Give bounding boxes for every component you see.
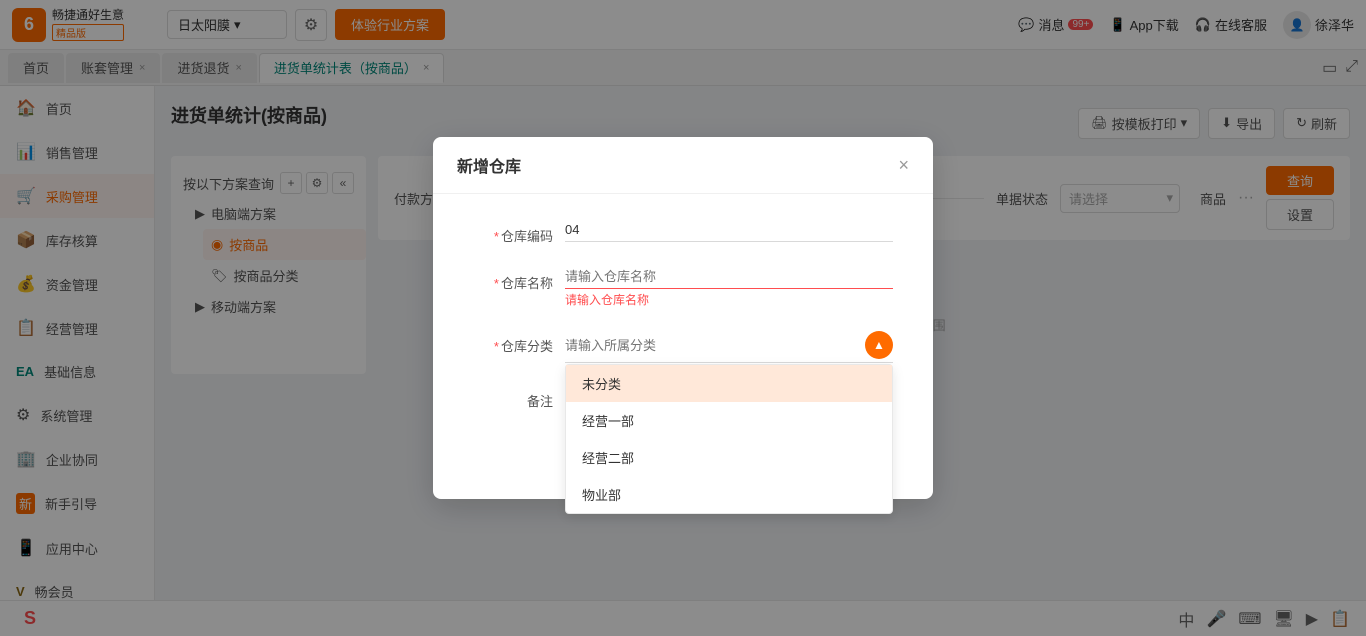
warehouse-category-label: 仓库分类 — [473, 328, 553, 355]
new-warehouse-modal: 新增仓库 × 仓库编码 仓库名称 请输入仓库名称 仓库分类 — [433, 137, 933, 499]
warehouse-code-input[interactable] — [565, 218, 893, 242]
dropdown-option-dept2[interactable]: 经营二部 — [566, 439, 892, 476]
warehouse-category-input[interactable] — [565, 328, 893, 362]
warehouse-category-input-wrap: ▲ 未分类 经营一部 经营二部 物业部 — [565, 328, 893, 363]
category-dropdown-trigger[interactable]: ▲ — [565, 328, 893, 363]
warehouse-name-row: 仓库名称 请输入仓库名称 — [473, 265, 893, 308]
warehouse-name-input-wrap: 请输入仓库名称 — [565, 265, 893, 308]
modal-header: 新增仓库 × — [433, 137, 933, 194]
modal-close-button[interactable]: × — [898, 155, 909, 176]
category-dropdown-list: 未分类 经营一部 经营二部 物业部 — [565, 364, 893, 514]
modal-title: 新增仓库 — [457, 153, 521, 177]
category-dropdown-arrow[interactable]: ▲ — [865, 331, 893, 359]
modal-overlay[interactable]: 新增仓库 × 仓库编码 仓库名称 请输入仓库名称 仓库分类 — [0, 0, 1366, 636]
warehouse-category-row: 仓库分类 ▲ 未分类 经营一部 经营二部 物业部 — [473, 328, 893, 363]
dropdown-option-dept1[interactable]: 经营一部 — [566, 402, 892, 439]
modal-body: 仓库编码 仓库名称 请输入仓库名称 仓库分类 ▲ — [433, 194, 933, 446]
warehouse-code-label: 仓库编码 — [473, 218, 553, 245]
warehouse-name-input[interactable] — [565, 265, 893, 289]
warehouse-name-label: 仓库名称 — [473, 265, 553, 292]
dropdown-option-uncategorized[interactable]: 未分类 — [566, 365, 892, 402]
warehouse-notes-label: 备注 — [473, 383, 553, 410]
warehouse-code-row: 仓库编码 — [473, 218, 893, 245]
warehouse-name-error: 请输入仓库名称 — [565, 291, 893, 308]
warehouse-code-input-wrap — [565, 218, 893, 242]
dropdown-option-property[interactable]: 物业部 — [566, 476, 892, 513]
